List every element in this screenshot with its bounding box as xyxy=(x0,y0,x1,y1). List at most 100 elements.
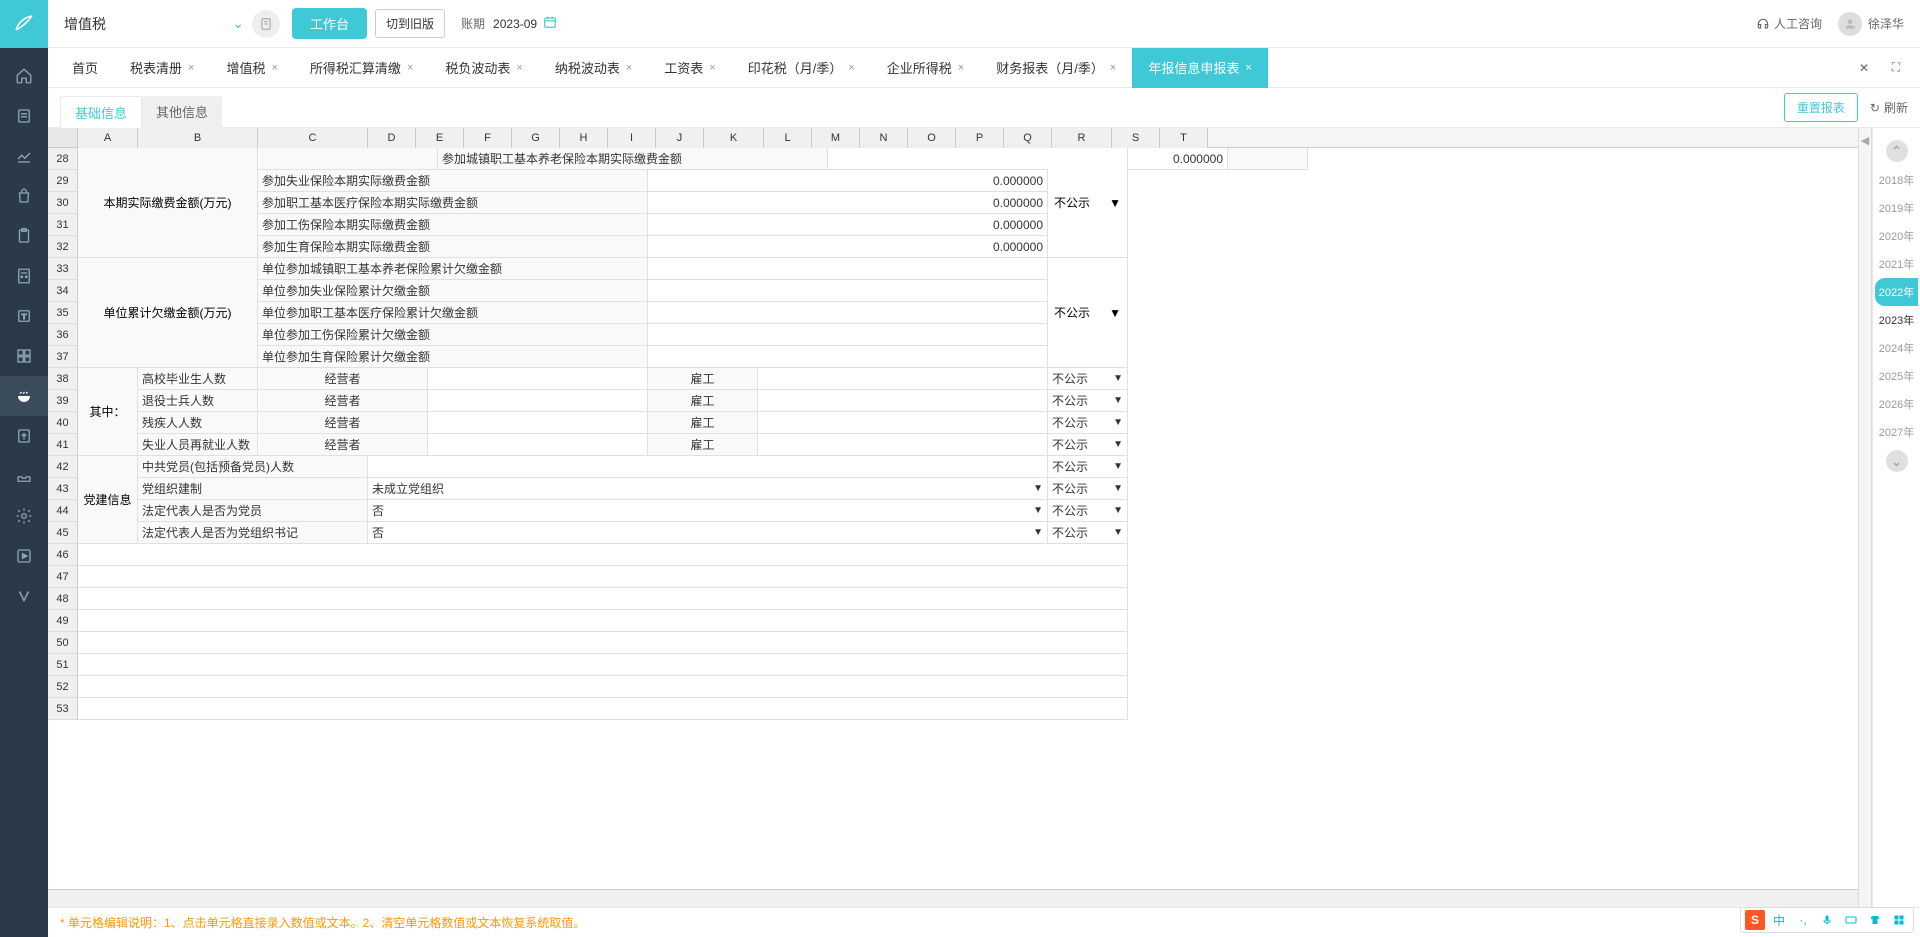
col-header-A[interactable]: A xyxy=(78,128,138,148)
cell[interactable]: 不公示▼ xyxy=(1048,368,1128,390)
col-header-F[interactable]: F xyxy=(464,128,512,148)
ime-lang-icon[interactable]: 中 xyxy=(1769,910,1789,930)
sidebar-home-icon[interactable] xyxy=(0,56,48,96)
doc-icon-button[interactable] xyxy=(252,10,280,38)
cell[interactable]: 未成立党组织▼ xyxy=(368,478,1048,500)
row-header[interactable]: 31 xyxy=(48,214,78,236)
row-header[interactable]: 52 xyxy=(48,676,78,698)
row-header[interactable]: 43 xyxy=(48,478,78,500)
close-icon[interactable]: × xyxy=(407,62,413,74)
col-header-J[interactable]: J xyxy=(656,128,704,148)
sidebar-grid-icon[interactable] xyxy=(0,336,48,376)
row-header[interactable]: 46 xyxy=(48,544,78,566)
row-header[interactable]: 51 xyxy=(48,654,78,676)
row-header[interactable]: 48 xyxy=(48,588,78,610)
old-version-button[interactable]: 切到旧版 xyxy=(375,9,445,38)
cell[interactable] xyxy=(78,632,1128,654)
col-header-T[interactable]: T xyxy=(1160,128,1208,148)
close-icon[interactable]: × xyxy=(1245,62,1251,74)
cell[interactable] xyxy=(428,434,648,456)
cell[interactable] xyxy=(648,280,1048,302)
col-header-I[interactable]: I xyxy=(608,128,656,148)
row-header[interactable]: 45 xyxy=(48,522,78,544)
row-header[interactable]: 49 xyxy=(48,610,78,632)
subtab-other-info[interactable]: 其他信息 xyxy=(142,96,222,128)
col-header-O[interactable]: O xyxy=(908,128,956,148)
cell[interactable] xyxy=(368,456,1048,478)
ime-toolbar[interactable]: S 中 ·, xyxy=(1740,907,1914,933)
ime-keyboard-icon[interactable] xyxy=(1841,910,1861,930)
cell[interactable] xyxy=(78,566,1128,588)
tab-增值税[interactable]: 增值税× xyxy=(210,48,293,88)
cell[interactable]: 0.000000 xyxy=(648,192,1048,214)
sidebar-bowl-icon[interactable] xyxy=(0,376,48,416)
year-item[interactable]: 2018年 xyxy=(1875,166,1918,194)
row-header[interactable]: 41 xyxy=(48,434,78,456)
cell[interactable] xyxy=(78,588,1128,610)
year-item[interactable]: 2027年 xyxy=(1875,418,1918,446)
sidebar-v-icon[interactable] xyxy=(0,576,48,616)
display-cell-g1[interactable]: 不公示▼ xyxy=(1048,148,1128,258)
ime-punct-icon[interactable]: ·, xyxy=(1793,910,1813,930)
row-header[interactable]: 39 xyxy=(48,390,78,412)
year-down-icon[interactable]: ⌄ xyxy=(1886,450,1908,472)
workbench-button[interactable]: 工作台 xyxy=(292,8,367,39)
row-header[interactable]: 29 xyxy=(48,170,78,192)
cell[interactable] xyxy=(78,610,1128,632)
sidebar-bag-icon[interactable] xyxy=(0,176,48,216)
cell[interactable] xyxy=(648,346,1048,368)
cell[interactable] xyxy=(758,368,1048,390)
year-item[interactable]: 2025年 xyxy=(1875,362,1918,390)
cell[interactable] xyxy=(648,258,1048,280)
ime-logo-icon[interactable]: S xyxy=(1745,910,1765,930)
tab-税表清册[interactable]: 税表清册× xyxy=(114,48,210,88)
support-link[interactable]: 人工咨询 xyxy=(1756,15,1822,32)
tab-印花税（月/季）[interactable]: 印花税（月/季）× xyxy=(732,48,871,88)
sidebar-clipboard-icon[interactable] xyxy=(0,216,48,256)
row-header[interactable]: 37 xyxy=(48,346,78,368)
sidebar-collapse-handle[interactable]: ◀ xyxy=(1858,128,1872,907)
tax-type-selector[interactable]: 增值税 ⌄ xyxy=(64,14,244,34)
sidebar-play-icon[interactable] xyxy=(0,536,48,576)
row-header[interactable]: 32 xyxy=(48,236,78,258)
col-header-K[interactable]: K xyxy=(704,128,764,148)
sidebar-report-icon[interactable] xyxy=(0,96,48,136)
row-header[interactable]: 34 xyxy=(48,280,78,302)
cell[interactable]: 不公示▼ xyxy=(1048,390,1128,412)
year-item[interactable]: 2020年 xyxy=(1875,222,1918,250)
col-header-E[interactable]: E xyxy=(416,128,464,148)
ime-skin-icon[interactable] xyxy=(1865,910,1885,930)
cell[interactable]: 不公示▼ xyxy=(1048,478,1128,500)
grid-body[interactable]: 28参加城镇职工基本养老保险本期实际缴费金额0.00000029参加失业保险本期… xyxy=(48,148,1858,889)
row-header[interactable]: 30 xyxy=(48,192,78,214)
col-header-L[interactable]: L xyxy=(764,128,812,148)
close-icon[interactable]: × xyxy=(1110,62,1116,74)
cell[interactable] xyxy=(648,302,1048,324)
cell[interactable]: 否▼ xyxy=(368,522,1048,544)
sidebar-text-icon[interactable]: T xyxy=(0,296,48,336)
year-item[interactable]: 2024年 xyxy=(1875,334,1918,362)
display-cell-g2[interactable]: 不公示▼ xyxy=(1048,258,1128,368)
close-icon[interactable]: × xyxy=(516,62,522,74)
ime-tools-icon[interactable] xyxy=(1889,910,1909,930)
cell[interactable]: 不公示▼ xyxy=(1048,412,1128,434)
cell[interactable] xyxy=(428,412,648,434)
year-up-icon[interactable]: ⌃ xyxy=(1886,140,1908,162)
row-header[interactable]: 28 xyxy=(48,148,78,170)
row-header[interactable]: 38 xyxy=(48,368,78,390)
close-icon[interactable]: × xyxy=(709,62,715,74)
row-header[interactable]: 53 xyxy=(48,698,78,720)
row-header[interactable]: 42 xyxy=(48,456,78,478)
row-header[interactable]: 33 xyxy=(48,258,78,280)
col-header-R[interactable]: R xyxy=(1052,128,1112,148)
close-icon[interactable]: × xyxy=(271,62,277,74)
close-icon[interactable]: × xyxy=(848,62,854,74)
year-item[interactable]: 2021年 xyxy=(1875,250,1918,278)
sidebar-calc-icon[interactable] xyxy=(0,256,48,296)
col-header-S[interactable]: S xyxy=(1112,128,1160,148)
cell[interactable] xyxy=(758,390,1048,412)
row-header[interactable]: 40 xyxy=(48,412,78,434)
year-item[interactable]: 2026年 xyxy=(1875,390,1918,418)
sidebar-export-icon[interactable] xyxy=(0,416,48,456)
close-icon[interactable]: × xyxy=(188,62,194,74)
